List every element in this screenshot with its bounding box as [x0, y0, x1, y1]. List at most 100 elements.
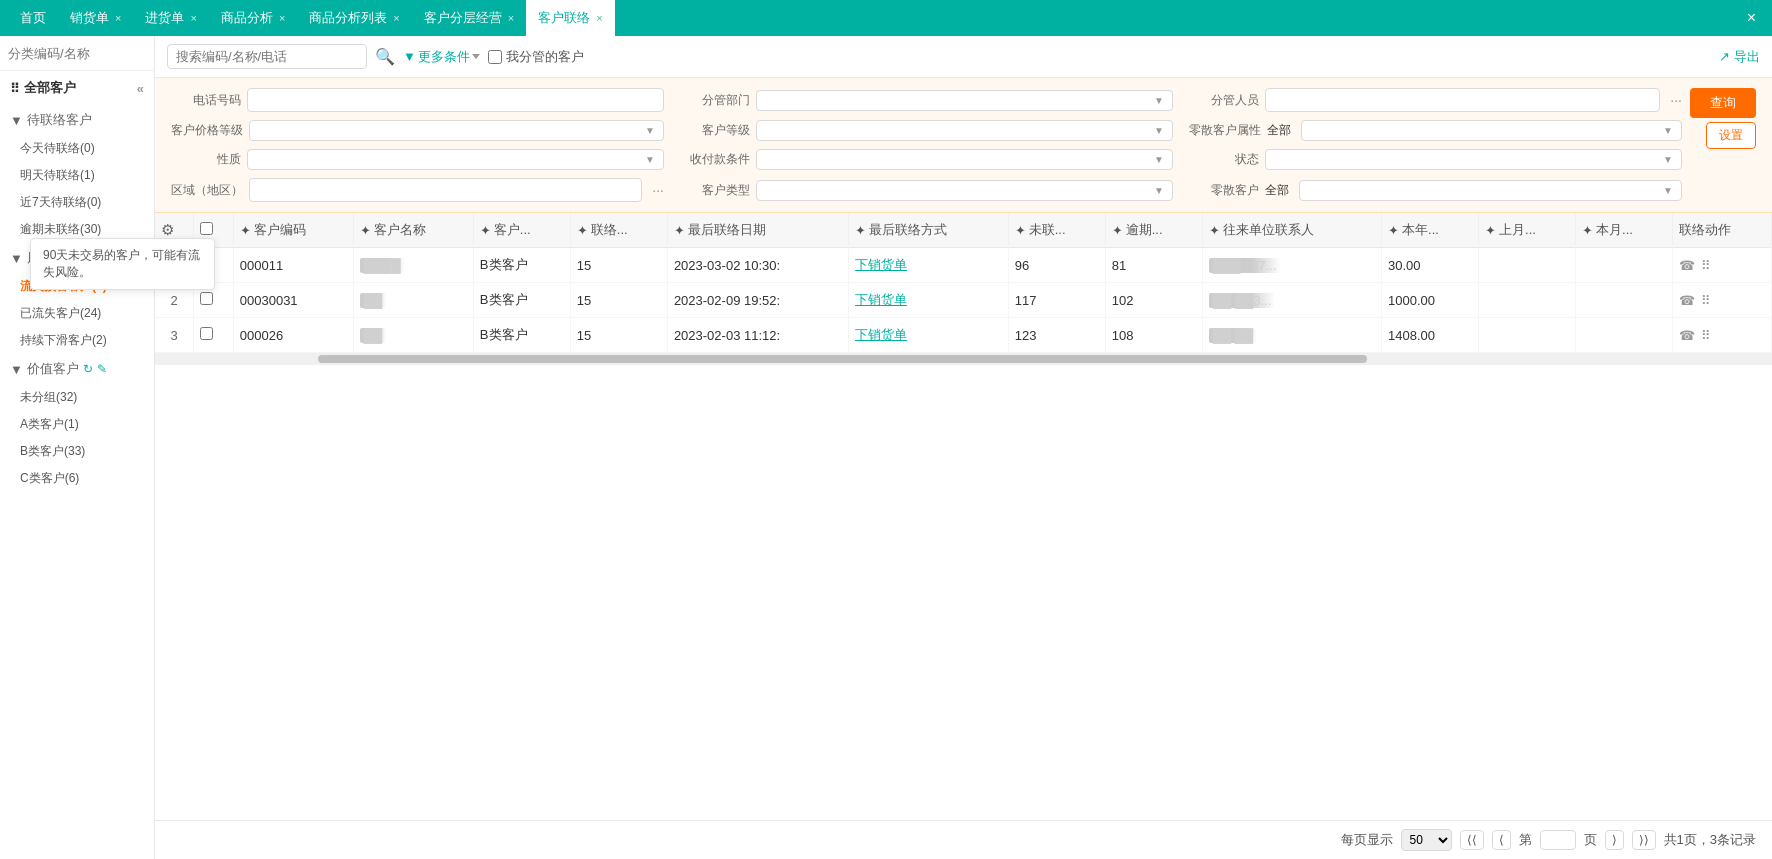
filter-price-level: 客户价格等级 ▼: [171, 120, 664, 141]
refresh-icon[interactable]: ↻: [83, 362, 93, 376]
search-button[interactable]: 🔍: [375, 47, 395, 66]
horizontal-scrollbar[interactable]: [155, 353, 1772, 365]
close-icon[interactable]: ×: [190, 12, 196, 24]
sidebar-item-tomorrow[interactable]: 明天待联络(1): [0, 162, 154, 189]
col-last-method[interactable]: ✦ 最后联络方式: [849, 213, 1009, 248]
table-row: 2 00030031 ██ B类客户 15 2023-02-09 19:52: …: [155, 283, 1772, 318]
more-action-icon[interactable]: ⠿: [1701, 328, 1711, 343]
tab-product-analysis-list[interactable]: 商品分析列表 ×: [297, 0, 411, 36]
select-all-checkbox[interactable]: [200, 222, 213, 235]
sidebar-item-churned[interactable]: 已流失客户(24): [0, 300, 154, 327]
row-code: 000026: [233, 318, 353, 353]
customer-type-select[interactable]: ▼: [756, 180, 1173, 201]
close-icon[interactable]: ×: [279, 12, 285, 24]
tab-customer-segmentation[interactable]: 客户分层经营 ×: [412, 0, 526, 36]
contact-action-icon[interactable]: ☎: [1679, 293, 1695, 308]
close-icon[interactable]: ×: [508, 12, 514, 24]
more-icon[interactable]: ···: [1670, 92, 1682, 108]
sidebar-item-declining[interactable]: 持续下滑客户(2): [0, 327, 154, 354]
col-this-month[interactable]: ✦ 本月...: [1576, 213, 1673, 248]
sidebar-section-pending[interactable]: ▼ 待联络客户: [0, 105, 154, 135]
tooltip-risk: 90天未交易的客户，可能有流失风险。: [30, 238, 155, 290]
col-overdue[interactable]: ✦ 逾期...: [1105, 213, 1202, 248]
col-last-month[interactable]: ✦ 上月...: [1479, 213, 1576, 248]
row-this-month: [1576, 318, 1673, 353]
next-page-button[interactable]: ⟩: [1605, 830, 1624, 850]
prev-page-button[interactable]: ⟨: [1492, 830, 1511, 850]
customer-level-select[interactable]: ▼: [756, 120, 1173, 141]
sidebar-section-value[interactable]: ▼ 价值客户 ↻ ✎: [0, 354, 154, 384]
row-checkbox: [194, 318, 234, 353]
dept-select[interactable]: ▼: [756, 90, 1173, 111]
more-icon[interactable]: ···: [652, 182, 664, 198]
filter-person: 分管人员 ···: [1189, 88, 1682, 112]
first-page-button[interactable]: ⟨⟨: [1460, 830, 1484, 850]
sidebar-item-b-class[interactable]: B类客户(33): [0, 438, 154, 465]
sidebar-item-today[interactable]: 今天待联络(0): [0, 135, 154, 162]
close-all-button[interactable]: ×: [1739, 9, 1764, 27]
close-icon[interactable]: ×: [596, 12, 602, 24]
price-level-select[interactable]: ▼: [249, 120, 664, 141]
sidebar-item-a-class[interactable]: A类客户(1): [0, 411, 154, 438]
col-uncontacted[interactable]: ✦ 未联...: [1008, 213, 1105, 248]
content-area: 🔍 ▼ 更多条件 我分管的客户 ↗ 导出: [155, 36, 1772, 859]
tab-sales-order[interactable]: 销货单 ×: [58, 0, 133, 36]
per-page-select[interactable]: 50 20 100: [1401, 829, 1452, 851]
more-action-icon[interactable]: ⠿: [1701, 258, 1711, 273]
row-overdue: 102: [1105, 283, 1202, 318]
sidebar-item-ungrouped[interactable]: 未分组(32): [0, 384, 154, 411]
region-input[interactable]: [249, 178, 642, 202]
col-last-date[interactable]: ✦ 最后联络日期: [667, 213, 848, 248]
last-method-link[interactable]: 下销货单: [855, 327, 907, 342]
row-this-year: 1408.00: [1382, 318, 1479, 353]
tab-customer-contact[interactable]: 客户联络 ×: [526, 0, 614, 36]
contact-action-icon[interactable]: ☎: [1679, 258, 1695, 273]
sidebar-search-input[interactable]: [8, 46, 155, 61]
close-icon[interactable]: ×: [393, 12, 399, 24]
contact-action-icon[interactable]: ☎: [1679, 328, 1695, 343]
close-icon[interactable]: ×: [115, 12, 121, 24]
query-button[interactable]: 查询: [1690, 88, 1756, 118]
sidebar-item-c-class[interactable]: C类客户(6): [0, 465, 154, 492]
sidebar-item-7days[interactable]: 近7天待联络(0): [0, 189, 154, 216]
col-this-year[interactable]: ✦ 本年...: [1382, 213, 1479, 248]
sidebar-all-customers[interactable]: ⠿ 全部客户 «: [0, 71, 154, 105]
edit-icon[interactable]: ✎: [97, 362, 107, 376]
search-input[interactable]: [167, 44, 367, 69]
last-method-link[interactable]: 下销货单: [855, 292, 907, 307]
row-contact: 15: [570, 283, 667, 318]
phone-input[interactable]: [247, 88, 664, 112]
retail-customer-select[interactable]: ▼: [1299, 180, 1682, 201]
my-customers-checkbox[interactable]: [488, 50, 502, 64]
setting-button[interactable]: 设置: [1706, 122, 1756, 149]
filter-payment: 收付款条件 ▼: [680, 149, 1173, 170]
retail-attr-select[interactable]: ▼: [1301, 120, 1682, 141]
nature-select[interactable]: ▼: [247, 149, 664, 170]
row-select-checkbox[interactable]: [200, 327, 213, 340]
tab-purchase-order[interactable]: 进货单 ×: [133, 0, 208, 36]
col-name[interactable]: ✦ 客户名称: [353, 213, 473, 248]
chevron-down-icon: ▼: [1663, 185, 1673, 196]
more-conditions-button[interactable]: ▼ 更多条件: [403, 48, 480, 66]
more-action-icon[interactable]: ⠿: [1701, 293, 1711, 308]
col-code[interactable]: ✦ 客户编码: [233, 213, 353, 248]
collapse-icon[interactable]: «: [137, 81, 144, 96]
tab-product-analysis[interactable]: 商品分析 ×: [209, 0, 297, 36]
status-select[interactable]: ▼: [1265, 149, 1682, 170]
page-number-input[interactable]: 1: [1540, 830, 1576, 850]
row-uncontacted: 117: [1008, 283, 1105, 318]
person-input[interactable]: [1265, 88, 1660, 112]
row-last-date: 2023-03-02 10:30:: [667, 248, 848, 283]
payment-select[interactable]: ▼: [756, 149, 1173, 170]
last-method-link[interactable]: 下销货单: [855, 257, 907, 272]
col-type[interactable]: ✦ 客户...: [473, 213, 570, 248]
nav-home[interactable]: 首页: [8, 9, 58, 27]
col-contact[interactable]: ✦ 联络...: [570, 213, 667, 248]
row-select-checkbox[interactable]: [200, 292, 213, 305]
scrollbar-thumb[interactable]: [318, 355, 1366, 363]
filter-phone: 电话号码: [171, 88, 664, 112]
last-page-button[interactable]: ⟩⟩: [1632, 830, 1656, 850]
row-action: ☎ ⠿: [1673, 248, 1772, 283]
export-button[interactable]: ↗ 导出: [1719, 48, 1760, 66]
col-contact-person[interactable]: ✦ 往来单位联系人: [1202, 213, 1381, 248]
